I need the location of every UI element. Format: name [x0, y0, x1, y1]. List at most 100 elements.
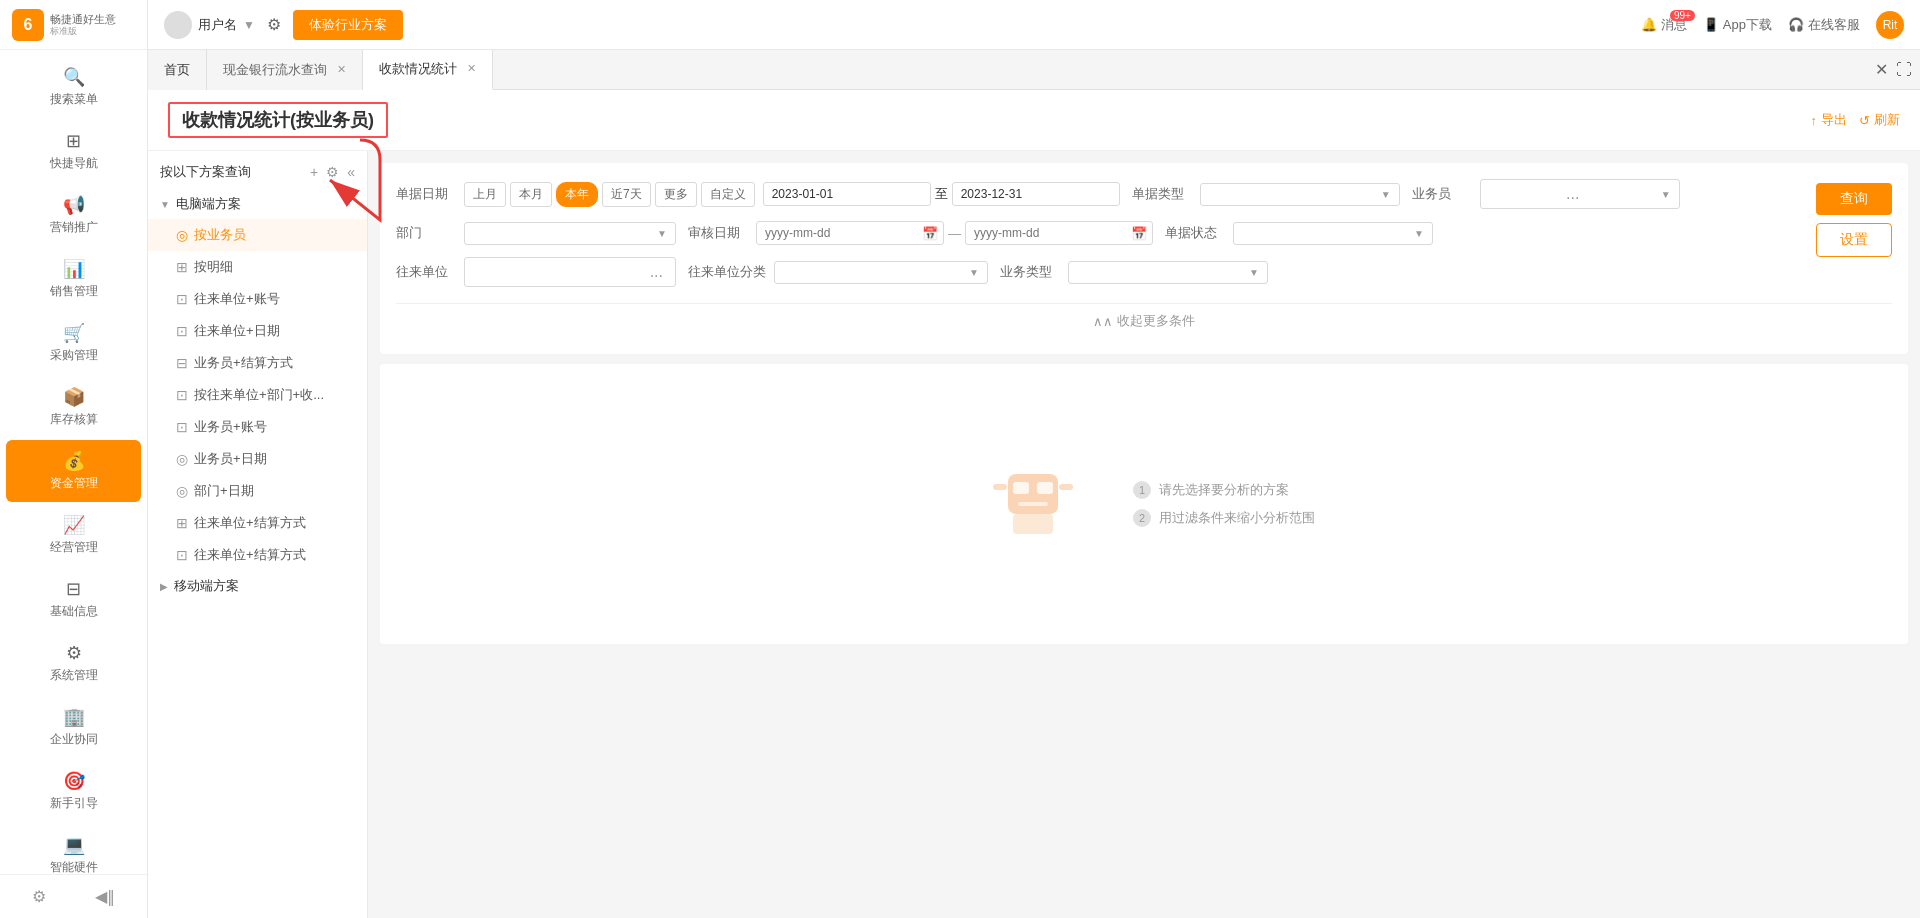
sidebar-item-purchase[interactable]: 🛒 采购管理 [6, 312, 141, 374]
review-date-group: 📅 — 📅 [756, 221, 1153, 245]
page-title: 收款情况统计(按业务员) [182, 110, 374, 130]
scheme-group-desktop: ▼ 电脑端方案 ◎ 按业务员 ⊞ 按明细 ⊡ 往来单位+账号 [148, 189, 367, 571]
scheme-settings-icon[interactable]: ⚙ [326, 164, 339, 180]
date-btn-this-year[interactable]: 本年 [556, 182, 598, 207]
date-btn-more[interactable]: 更多 [655, 182, 697, 207]
scheme-item-partner-settlement2[interactable]: ⊡ 往来单位+结算方式 [148, 539, 367, 571]
mobile-group-header[interactable]: ▶ 移动端方案 [148, 571, 367, 601]
query-btn[interactable]: 查询 [1816, 183, 1892, 215]
sidebar-nav: 🔍 搜索菜单 ⊞ 快捷导航 📢 营销推广 📊 销售管理 🛒 采购管理 📦 [0, 50, 147, 874]
partner-more-icon[interactable]: ... [650, 263, 663, 281]
date-from-input[interactable] [763, 182, 931, 206]
review-date-label: 审核日期 [688, 224, 748, 242]
empty-state: 1 请先选择要分析的方案 2 用过滤条件来缩小分析范围 [380, 364, 1908, 644]
username-label: 用户名 [198, 16, 237, 34]
sidebar-item-guide[interactable]: 🎯 新手引导 [6, 760, 141, 822]
date-to-input[interactable] [952, 182, 1120, 206]
desktop-group-header[interactable]: ▼ 电脑端方案 [148, 189, 367, 219]
maximize-icon[interactable]: ⛶ [1896, 61, 1912, 79]
mobile-group-arrow-icon: ▶ [160, 581, 168, 592]
app-download-btn[interactable]: 📱 App下载 [1703, 16, 1772, 34]
scheme-item-by-salesperson[interactable]: ◎ 按业务员 [148, 219, 367, 251]
sidebar-item-enterprise[interactable]: 🏢 企业协同 [6, 696, 141, 758]
sidebar-item-quick-nav[interactable]: ⊞ 快捷导航 [6, 120, 141, 182]
scheme-item-salesperson-date[interactable]: ◎ 业务员+日期 [148, 443, 367, 475]
box-icon: 📦 [63, 386, 85, 408]
sidebar-item-inventory[interactable]: 📦 库存核算 [6, 376, 141, 438]
sidebar-item-marketing[interactable]: 📢 营销推广 [6, 184, 141, 246]
export-icon: ↑ [1811, 113, 1818, 128]
sidebar-item-smart-hw[interactable]: 💻 智能硬件 [6, 824, 141, 874]
add-scheme-icon[interactable]: + [310, 164, 318, 180]
info-icon: ⊟ [66, 578, 81, 600]
date-btn-7days[interactable]: 近7天 [602, 182, 651, 207]
date-btn-last-month[interactable]: 上月 [464, 182, 506, 207]
collapse-panel-icon[interactable]: « [347, 164, 355, 180]
filter-row-2: 部门 ▼ 审核日期 [396, 221, 1804, 245]
tab-collection-stats[interactable]: 收款情况统计 ✕ [363, 50, 493, 90]
scheme-icon-partner-dept: ⊡ [176, 387, 188, 403]
biz-type-caret-icon: ▼ [1249, 267, 1259, 278]
settings-icon[interactable]: ⚙ [267, 15, 281, 34]
scheme-item-partner-date[interactable]: ⊡ 往来单位+日期 [148, 315, 367, 347]
date-btn-this-month[interactable]: 本月 [510, 182, 552, 207]
megaphone-icon: 📢 [63, 194, 85, 216]
header-user[interactable]: 用户名 ▼ [164, 11, 255, 39]
sidebar-item-system[interactable]: ⚙ 系统管理 [6, 632, 141, 694]
review-date-to-input[interactable] [965, 221, 1153, 245]
doc-type-label: 单据类型 [1132, 185, 1192, 203]
date-quick-group: 上月 本月 本年 近7天 更多 自定义 至 [464, 182, 1120, 207]
sidebar-item-business[interactable]: 📈 经营管理 [6, 504, 141, 566]
collapse-sidebar-icon[interactable]: ◀‖ [91, 883, 119, 910]
review-date-from-input[interactable] [756, 221, 944, 245]
salesperson-select[interactable]: ... ▼ [1480, 179, 1680, 209]
doc-type-select[interactable]: ▼ [1200, 183, 1400, 206]
scheme-item-salesperson-account[interactable]: ⊡ 业务员+账号 [148, 411, 367, 443]
salesperson-label: 业务员 [1412, 185, 1472, 203]
settings-bottom-icon[interactable]: ⚙ [28, 883, 50, 910]
date-btn-custom[interactable]: 自定义 [701, 182, 755, 207]
export-btn[interactable]: ↑ 导出 [1811, 111, 1848, 129]
collapse-bar[interactable]: ∧∧ 收起更多条件 [396, 303, 1892, 338]
scheme-item-partner-account[interactable]: ⊡ 往来单位+账号 [148, 283, 367, 315]
sidebar-item-finance[interactable]: 💰 资金管理 [6, 440, 141, 502]
biz-type-select[interactable]: ▼ [1068, 261, 1268, 284]
svg-rect-3 [1018, 502, 1048, 506]
calendar-from-icon: 📅 [922, 226, 938, 241]
filter-rows: 单据日期 上月 本月 本年 近7天 更多 自定义 [396, 179, 1804, 299]
doc-status-label: 单据状态 [1165, 224, 1225, 242]
salesperson-more-icon[interactable]: ... [1566, 185, 1579, 203]
user-avatar-header[interactable]: Rit [1876, 11, 1904, 39]
partner-category-select[interactable]: ▼ [774, 261, 988, 284]
filter-btn-group: 查询 设置 [1816, 179, 1892, 299]
trending-icon: 📈 [63, 514, 85, 536]
close-tab-bank-flow-icon[interactable]: ✕ [337, 63, 346, 76]
scheme-item-partner-dept-collection[interactable]: ⊡ 按往来单位+部门+收... [148, 379, 367, 411]
scheme-item-by-detail[interactable]: ⊞ 按明细 [148, 251, 367, 283]
sidebar-footer: ⚙ ◀‖ [0, 874, 147, 918]
sidebar-item-search[interactable]: 🔍 搜索菜单 [6, 56, 141, 118]
doc-type-caret-icon: ▼ [1381, 189, 1391, 200]
close-all-tabs-icon[interactable]: ✕ [1875, 60, 1888, 79]
scheme-item-salesperson-settlement[interactable]: ⊟ 业务员+结算方式 [148, 347, 367, 379]
sidebar-item-sales[interactable]: 📊 销售管理 [6, 248, 141, 310]
notification-btn[interactable]: 🔔 消息 99+ [1641, 16, 1687, 34]
tab-bank-flow[interactable]: 现金银行流水查询 ✕ [207, 50, 363, 90]
close-tab-collection-stats-icon[interactable]: ✕ [467, 62, 476, 75]
panel-header-icons: + ⚙ « [310, 164, 355, 180]
tab-home[interactable]: 首页 [148, 50, 207, 90]
panel-header: 按以下方案查询 + ⚙ « [148, 163, 367, 189]
svg-rect-5 [1059, 484, 1073, 490]
partner-select[interactable]: ... [464, 257, 676, 287]
sidebar-item-base-info[interactable]: ⊟ 基础信息 [6, 568, 141, 630]
settings-btn[interactable]: 设置 [1816, 223, 1892, 257]
dept-select[interactable]: ▼ [464, 222, 676, 245]
doc-status-select[interactable]: ▼ [1233, 222, 1433, 245]
scheme-icon-detail: ⊞ [176, 259, 188, 275]
refresh-btn[interactable]: ↺ 刷新 [1859, 111, 1900, 129]
online-service-btn[interactable]: 🎧 在线客服 [1788, 16, 1860, 34]
trial-btn[interactable]: 体验行业方案 [293, 10, 403, 40]
header-actions: ↑ 导出 ↺ 刷新 [1811, 111, 1901, 129]
scheme-item-partner-settlement1[interactable]: ⊞ 往来单位+结算方式 [148, 507, 367, 539]
scheme-item-dept-date[interactable]: ◎ 部门+日期 [148, 475, 367, 507]
